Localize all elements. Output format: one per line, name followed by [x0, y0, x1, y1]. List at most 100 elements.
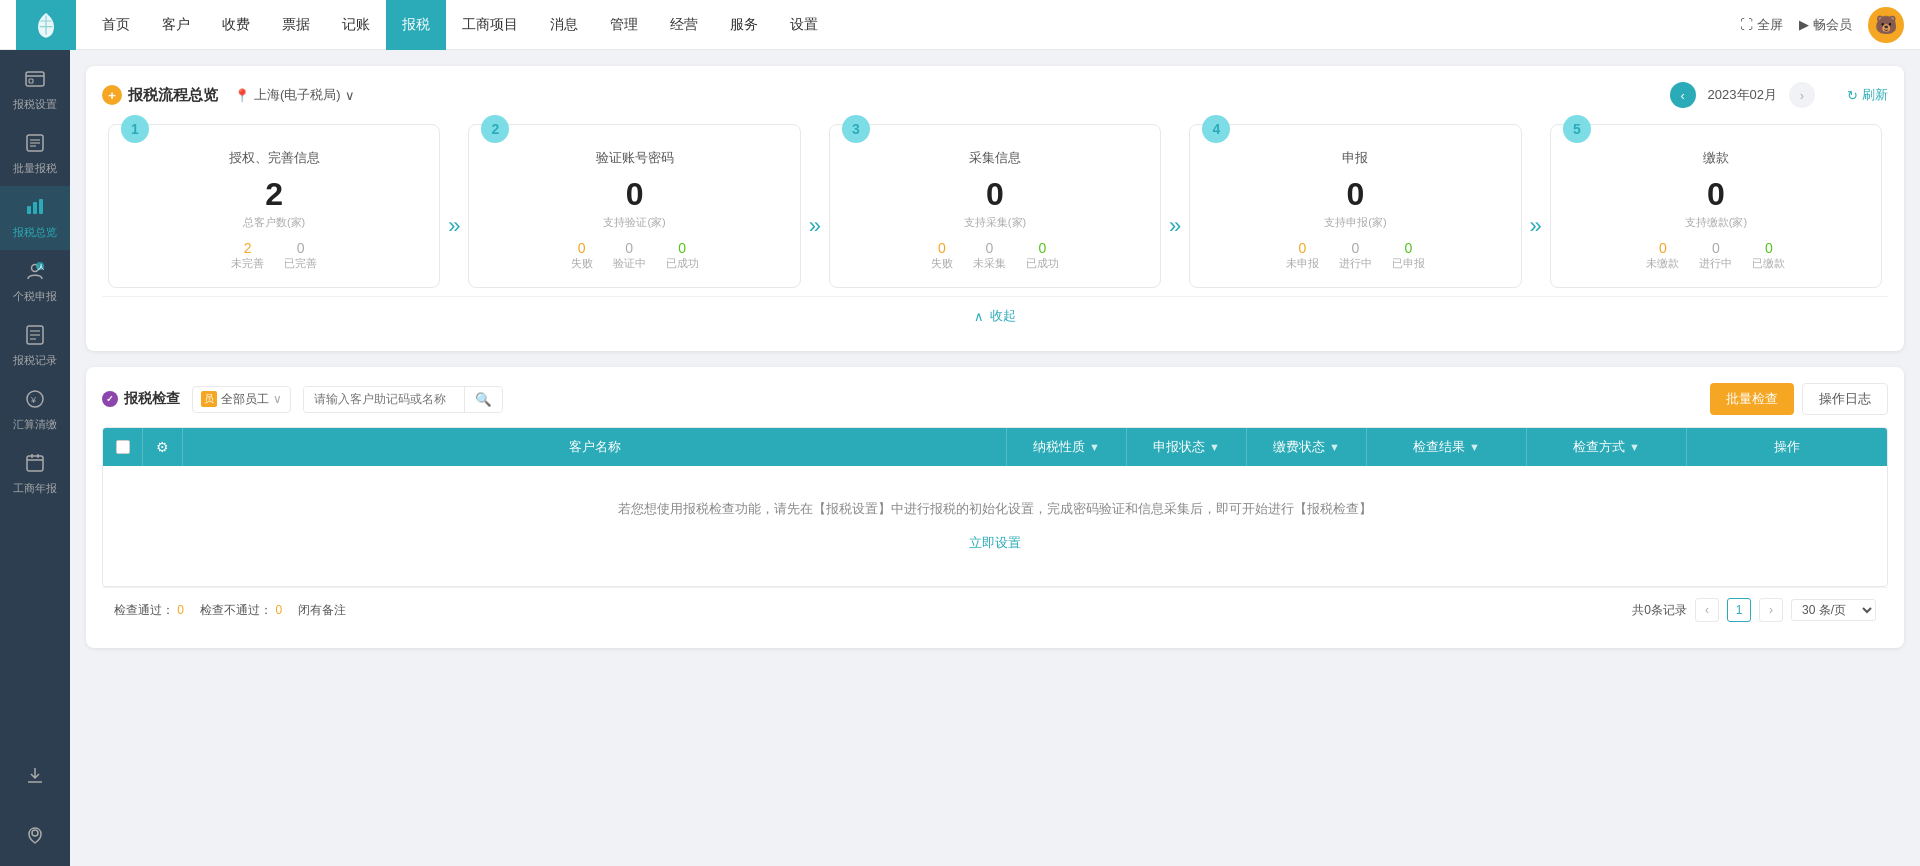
member-label: 畅会员: [1813, 16, 1852, 34]
fullscreen-btn[interactable]: ⛶ 全屏: [1740, 16, 1783, 34]
step-card-5: 5 缴款 0 支持缴款(家) 0 未缴款 0 进行中 0 已缴款: [1550, 124, 1882, 288]
next-page-btn[interactable]: ›: [1759, 598, 1783, 622]
filter-icon-4: ▼: [1469, 441, 1480, 453]
refresh-btn[interactable]: ↻ 刷新: [1847, 86, 1888, 104]
step-stat: 0 失败: [931, 240, 953, 271]
step-title-5: 缴款: [1563, 149, 1869, 167]
footer-right: 共0条记录 ‹ 1 › 30 条/页 50 条/页 100 条/页: [1632, 598, 1876, 622]
filter-icon: ▼: [1089, 441, 1100, 453]
location-tag[interactable]: 📍 上海(电子税局) ∨: [234, 86, 355, 104]
top-menu-item-记账[interactable]: 记账: [326, 0, 386, 50]
step-stats-4: 0 未申报 0 进行中 0 已申报: [1202, 240, 1508, 271]
step-stats-1: 2 未完善 0 已完善: [121, 240, 427, 271]
step-title-2: 验证账号密码: [481, 149, 787, 167]
chevron-down-icon: ∨: [345, 88, 355, 103]
date-display: 2023年02月: [1708, 86, 1777, 104]
svg-rect-9: [39, 199, 43, 214]
fail-count[interactable]: 0: [275, 603, 282, 617]
date-next-btn[interactable]: ›: [1789, 82, 1815, 108]
prev-page-btn[interactable]: ‹: [1695, 598, 1719, 622]
operation-log-btn[interactable]: 操作日志: [1802, 383, 1888, 415]
th-tax-nature[interactable]: 纳税性质 ▼: [1007, 428, 1127, 466]
member-btn[interactable]: ▶ 畅会员: [1799, 16, 1852, 34]
date-prev-btn[interactable]: ‹: [1670, 82, 1696, 108]
step-count-4: 0: [1202, 175, 1508, 213]
steps-container: 1 授权、完善信息 2 总客户数(家) 2 未完善 0 已完善 » 2 验证账号…: [102, 124, 1888, 288]
gear-icon[interactable]: ⚙: [156, 439, 169, 455]
top-menu-item-首页[interactable]: 首页: [86, 0, 146, 50]
step-badge-2: 2: [481, 115, 509, 143]
top-menu-item-消息[interactable]: 消息: [534, 0, 594, 50]
overview-title: + 报税流程总览: [102, 85, 218, 105]
filter-icon-5: ▼: [1629, 441, 1640, 453]
svg-rect-7: [27, 206, 31, 214]
th-check-result[interactable]: 检查结果 ▼: [1367, 428, 1527, 466]
step-stat: 0 验证中: [613, 240, 646, 271]
th-check-method[interactable]: 检查方式 ▼: [1527, 428, 1687, 466]
sidebar-item-annual-report[interactable]: 工商年报: [0, 442, 70, 506]
sidebar-item-personal-report[interactable]: 人 个税申报: [0, 250, 70, 314]
sidebar-bottom: [21, 746, 49, 866]
tax-check-card: ✓ 报税检查 员 全部员工 ∨ 🔍 批量检查 操作日志: [86, 367, 1904, 648]
sidebar-label-annual-report: 工商年报: [13, 481, 57, 496]
table-body: 若您想使用报税检查功能，请先在【报税设置】中进行报税的初始化设置，完成密码验证和…: [103, 466, 1887, 586]
step-stats-2: 0 失败 0 验证中 0 已成功: [481, 240, 787, 271]
step-badge-1: 1: [121, 115, 149, 143]
batch-check-btn[interactable]: 批量检查: [1710, 383, 1794, 415]
top-nav: 首页客户收费票据记账报税工商项目消息管理经营服务设置 ⛶ 全屏 ▶ 畅会员 🐻: [0, 0, 1920, 50]
sidebar-item-download[interactable]: [21, 746, 49, 806]
collapse-icon: ∧: [974, 309, 984, 324]
top-menu-item-报税[interactable]: 报税: [386, 0, 446, 50]
top-menu-item-服务[interactable]: 服务: [714, 0, 774, 50]
personal-report-icon: 人: [24, 260, 46, 285]
download-icon: [25, 765, 45, 788]
search-btn[interactable]: 🔍: [464, 387, 502, 412]
sidebar-item-tax-overview[interactable]: 报税总览: [0, 186, 70, 250]
sidebar-item-clearing[interactable]: ¥ 汇算清缴: [0, 378, 70, 442]
top-menu-item-设置[interactable]: 设置: [774, 0, 834, 50]
step-subtitle-3: 支持采集(家): [842, 215, 1148, 230]
step-subtitle-4: 支持申报(家): [1202, 215, 1508, 230]
svg-rect-8: [33, 202, 37, 214]
step-subtitle-2: 支持验证(家): [481, 215, 787, 230]
collapse-btn[interactable]: ∧ 收起: [102, 296, 1888, 335]
pass-count[interactable]: 0: [177, 603, 184, 617]
step-card-2: 2 验证账号密码 0 支持验证(家) 0 失败 0 验证中 0 已成功: [468, 124, 800, 288]
sidebar-item-batch-tax[interactable]: 批量报税: [0, 122, 70, 186]
top-menu-item-客户[interactable]: 客户: [146, 0, 206, 50]
top-menu-item-经营[interactable]: 经营: [654, 0, 714, 50]
sidebar-item-tax-records[interactable]: 报税记录: [0, 314, 70, 378]
step-count-1: 2: [121, 175, 427, 213]
search-input[interactable]: [304, 387, 464, 411]
top-menu-item-票据[interactable]: 票据: [266, 0, 326, 50]
top-menu-item-收费[interactable]: 收费: [206, 0, 266, 50]
step-count-3: 0: [842, 175, 1148, 213]
sidebar-item-tax-settings[interactable]: 报税设置: [0, 58, 70, 122]
top-menu-item-工商项目[interactable]: 工商项目: [446, 0, 534, 50]
th-pay-status[interactable]: 缴费状态 ▼: [1247, 428, 1367, 466]
action-btns: 批量检查 操作日志: [1710, 383, 1888, 415]
per-page-select[interactable]: 30 条/页 50 条/页 100 条/页: [1791, 599, 1876, 621]
step-stat: 0 已申报: [1392, 240, 1425, 271]
filter-icon-3: ▼: [1329, 441, 1340, 453]
tax-settings-icon: [24, 68, 46, 93]
employee-filter[interactable]: 员 全部员工 ∨: [192, 386, 291, 413]
sidebar-item-location[interactable]: [21, 806, 49, 866]
th-report-status[interactable]: 申报状态 ▼: [1127, 428, 1247, 466]
svg-rect-2: [29, 79, 33, 83]
overview-card: + 报税流程总览 📍 上海(电子税局) ∨ ‹ 2023年02月 › ↻ 刷新 …: [86, 66, 1904, 351]
top-menu-item-管理[interactable]: 管理: [594, 0, 654, 50]
date-nav: ‹ 2023年02月 ›: [1670, 82, 1815, 108]
step-arrow-4: »: [1528, 164, 1544, 288]
step-arrow-1: »: [446, 164, 462, 288]
fullscreen-icon: ⛶: [1740, 17, 1753, 32]
step-count-2: 0: [481, 175, 787, 213]
table-footer: 检查通过： 0 检查不通过： 0 闭有备注 共0条记录 ‹ 1 › 30 条/页…: [102, 587, 1888, 632]
step-title-1: 授权、完善信息: [121, 149, 427, 167]
step-stat: 0 进行中: [1339, 240, 1372, 271]
plus-icon: +: [102, 85, 122, 105]
setup-link[interactable]: 立即设置: [618, 530, 1372, 556]
sidebar-label-tax-records: 报税记录: [13, 353, 57, 368]
step-subtitle-1: 总客户数(家): [121, 215, 427, 230]
select-all-checkbox[interactable]: [116, 440, 130, 454]
